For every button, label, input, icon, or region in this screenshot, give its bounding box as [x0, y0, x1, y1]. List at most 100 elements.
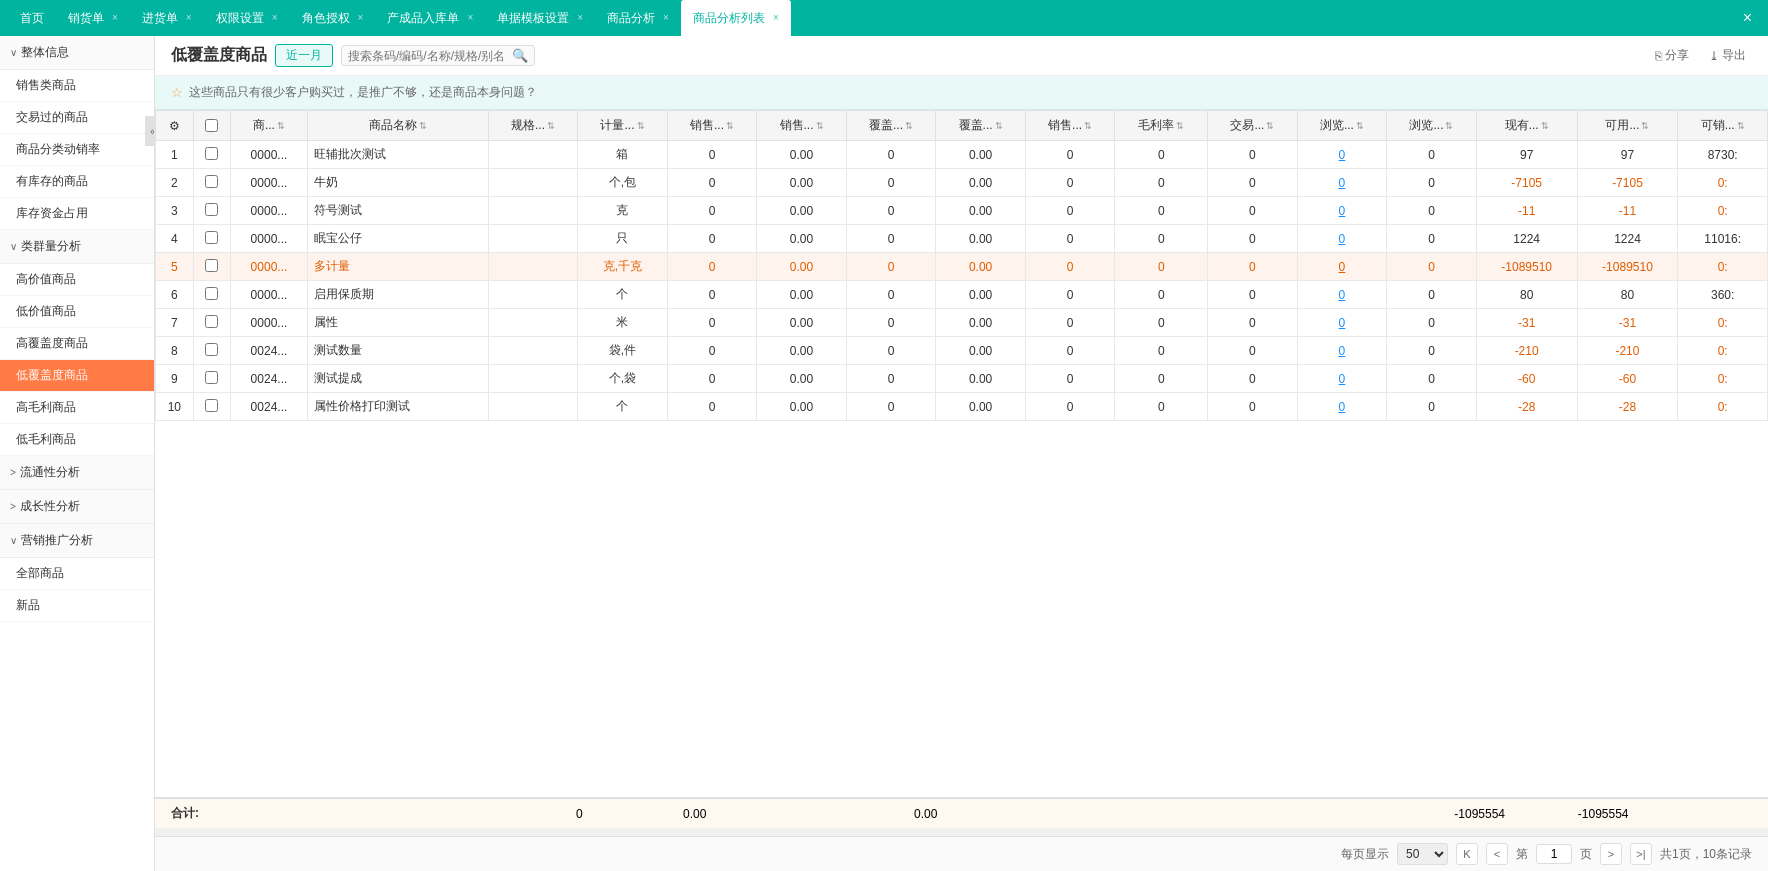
nav-template[interactable]: 单据模板设置 ×: [485, 0, 595, 36]
cell-browse1[interactable]: 0: [1297, 281, 1387, 309]
sidebar-item-sales-products[interactable]: 销售类商品: [0, 70, 154, 102]
cell-browse1[interactable]: 0: [1297, 197, 1387, 225]
time-filter-button[interactable]: 近一月: [275, 44, 333, 67]
sidebar-item-category-rate[interactable]: 商品分类动销率: [0, 134, 154, 166]
cell-checkbox[interactable]: [193, 169, 230, 197]
table-container[interactable]: ⚙ 商...⇅ 商品名称⇅ 规格...⇅ 计量...⇅ 销售...⇅ 销售...…: [155, 110, 1768, 797]
sidebar-item-stock-products[interactable]: 有库存的商品: [0, 166, 154, 198]
th-available[interactable]: 可用...⇅: [1577, 111, 1678, 141]
sidebar-item-all-products[interactable]: 全部商品: [0, 558, 154, 590]
row-checkbox[interactable]: [205, 147, 218, 160]
cell-checkbox[interactable]: [193, 393, 230, 421]
sidebar-item-high-value[interactable]: 高价值商品: [0, 264, 154, 296]
cell-checkbox[interactable]: [193, 225, 230, 253]
cell-checkbox[interactable]: [193, 197, 230, 225]
cell-browse1[interactable]: 0: [1297, 225, 1387, 253]
share-button[interactable]: ⎘ 分享: [1649, 45, 1695, 66]
window-close-button[interactable]: ×: [1735, 9, 1760, 27]
nav-sales[interactable]: 销货单 ×: [56, 0, 130, 36]
sidebar-item-low-coverage[interactable]: 低覆盖度商品: [0, 360, 154, 392]
nav-role-close[interactable]: ×: [358, 0, 364, 36]
nav-purchase-close[interactable]: ×: [186, 0, 192, 36]
cell-checkbox[interactable]: [193, 337, 230, 365]
cell-checkbox[interactable]: [193, 281, 230, 309]
sidebar-item-low-value[interactable]: 低价值商品: [0, 296, 154, 328]
nav-purchase[interactable]: 进货单 ×: [130, 0, 204, 36]
nav-template-close[interactable]: ×: [577, 0, 583, 36]
search-icon[interactable]: 🔍: [512, 48, 528, 63]
nav-home[interactable]: 首页: [8, 0, 56, 36]
th-current[interactable]: 现有...⇅: [1476, 111, 1577, 141]
nav-role[interactable]: 角色授权 ×: [290, 0, 376, 36]
sidebar-section-liquidity[interactable]: > 流通性分析: [0, 456, 154, 490]
nav-analysis-list[interactable]: 商品分析列表 ×: [681, 0, 791, 36]
th-gross[interactable]: 毛利率⇅: [1115, 111, 1208, 141]
horizontal-scrollbar[interactable]: [155, 828, 1768, 836]
sidebar-collapse-button[interactable]: «: [145, 116, 155, 146]
nav-permission-close[interactable]: ×: [272, 0, 278, 36]
next-page-button[interactable]: >: [1600, 843, 1622, 865]
nav-sales-close[interactable]: ×: [112, 0, 118, 36]
cell-browse1[interactable]: 0: [1297, 365, 1387, 393]
row-checkbox[interactable]: [205, 399, 218, 412]
row-checkbox[interactable]: [205, 343, 218, 356]
th-spec[interactable]: 规格...⇅: [488, 111, 578, 141]
nav-product-close[interactable]: ×: [467, 0, 473, 36]
export-button[interactable]: ⤓ 导出: [1703, 45, 1752, 66]
row-checkbox[interactable]: [205, 203, 218, 216]
th-sales-amt[interactable]: 销售...⇅: [757, 111, 847, 141]
select-all-checkbox[interactable]: [205, 119, 218, 132]
cell-browse1[interactable]: 0: [1297, 309, 1387, 337]
sidebar-section-marketing[interactable]: ∨ 营销推广分析: [0, 524, 154, 558]
cell-checkbox[interactable]: [193, 365, 230, 393]
cell-checkbox[interactable]: [193, 141, 230, 169]
cell-browse1[interactable]: 0: [1297, 253, 1387, 281]
th-code[interactable]: 商...⇅: [230, 111, 307, 141]
prev-page-button[interactable]: <: [1486, 843, 1508, 865]
nav-permission[interactable]: 权限设置 ×: [204, 0, 290, 36]
nav-product[interactable]: 产成品入库单 ×: [375, 0, 485, 36]
row-checkbox[interactable]: [205, 259, 218, 272]
cell-browse1[interactable]: 0: [1297, 169, 1387, 197]
th-cover2[interactable]: 覆盖...⇅: [936, 111, 1026, 141]
sidebar-section-overall[interactable]: ∨ 整体信息: [0, 36, 154, 70]
sidebar-item-high-coverage[interactable]: 高覆盖度商品: [0, 328, 154, 360]
sidebar-item-low-gross[interactable]: 低毛利商品: [0, 424, 154, 456]
cell-browse1[interactable]: 0: [1297, 393, 1387, 421]
sidebar-item-traded-products[interactable]: 交易过的商品: [0, 102, 154, 134]
cell-checkbox[interactable]: [193, 309, 230, 337]
cell-browse1[interactable]: 0: [1297, 141, 1387, 169]
cell-browse1[interactable]: 0: [1297, 337, 1387, 365]
th-sellable[interactable]: 可销...⇅: [1678, 111, 1768, 141]
sidebar-section-growth[interactable]: > 成长性分析: [0, 490, 154, 524]
page-number-input[interactable]: [1536, 844, 1572, 864]
th-unit[interactable]: 计量...⇅: [578, 111, 668, 141]
last-page-button[interactable]: >|: [1630, 843, 1652, 865]
th-browse1[interactable]: 浏览...⇅: [1297, 111, 1387, 141]
th-sales3[interactable]: 销售...⇅: [1025, 111, 1115, 141]
sidebar-item-new-products[interactable]: 新品: [0, 590, 154, 622]
cell-cover2: 0.00: [936, 141, 1026, 169]
th-trade[interactable]: 交易...⇅: [1208, 111, 1298, 141]
th-name[interactable]: 商品名称⇅: [308, 111, 489, 141]
sidebar-item-high-gross[interactable]: 高毛利商品: [0, 392, 154, 424]
nav-analysis-list-close[interactable]: ×: [773, 0, 779, 36]
cell-checkbox[interactable]: [193, 253, 230, 281]
nav-analysis[interactable]: 商品分析 ×: [595, 0, 681, 36]
th-browse2[interactable]: 浏览...⇅: [1387, 111, 1477, 141]
row-checkbox[interactable]: [205, 175, 218, 188]
search-input[interactable]: [348, 49, 508, 63]
nav-analysis-close[interactable]: ×: [663, 0, 669, 36]
th-cover1[interactable]: 覆盖...⇅: [846, 111, 936, 141]
row-checkbox[interactable]: [205, 231, 218, 244]
th-checkbox[interactable]: [193, 111, 230, 141]
row-checkbox[interactable]: [205, 371, 218, 384]
row-checkbox[interactable]: [205, 287, 218, 300]
sidebar-item-stock-funds[interactable]: 库存资金占用: [0, 198, 154, 230]
per-page-select[interactable]: 50 100 200: [1397, 843, 1448, 865]
sidebar-section-group[interactable]: ∨ 类群量分析: [0, 230, 154, 264]
row-checkbox[interactable]: [205, 315, 218, 328]
th-settings[interactable]: ⚙: [156, 111, 194, 141]
th-sales-qty[interactable]: 销售...⇅: [667, 111, 757, 141]
first-page-button[interactable]: K: [1456, 843, 1478, 865]
